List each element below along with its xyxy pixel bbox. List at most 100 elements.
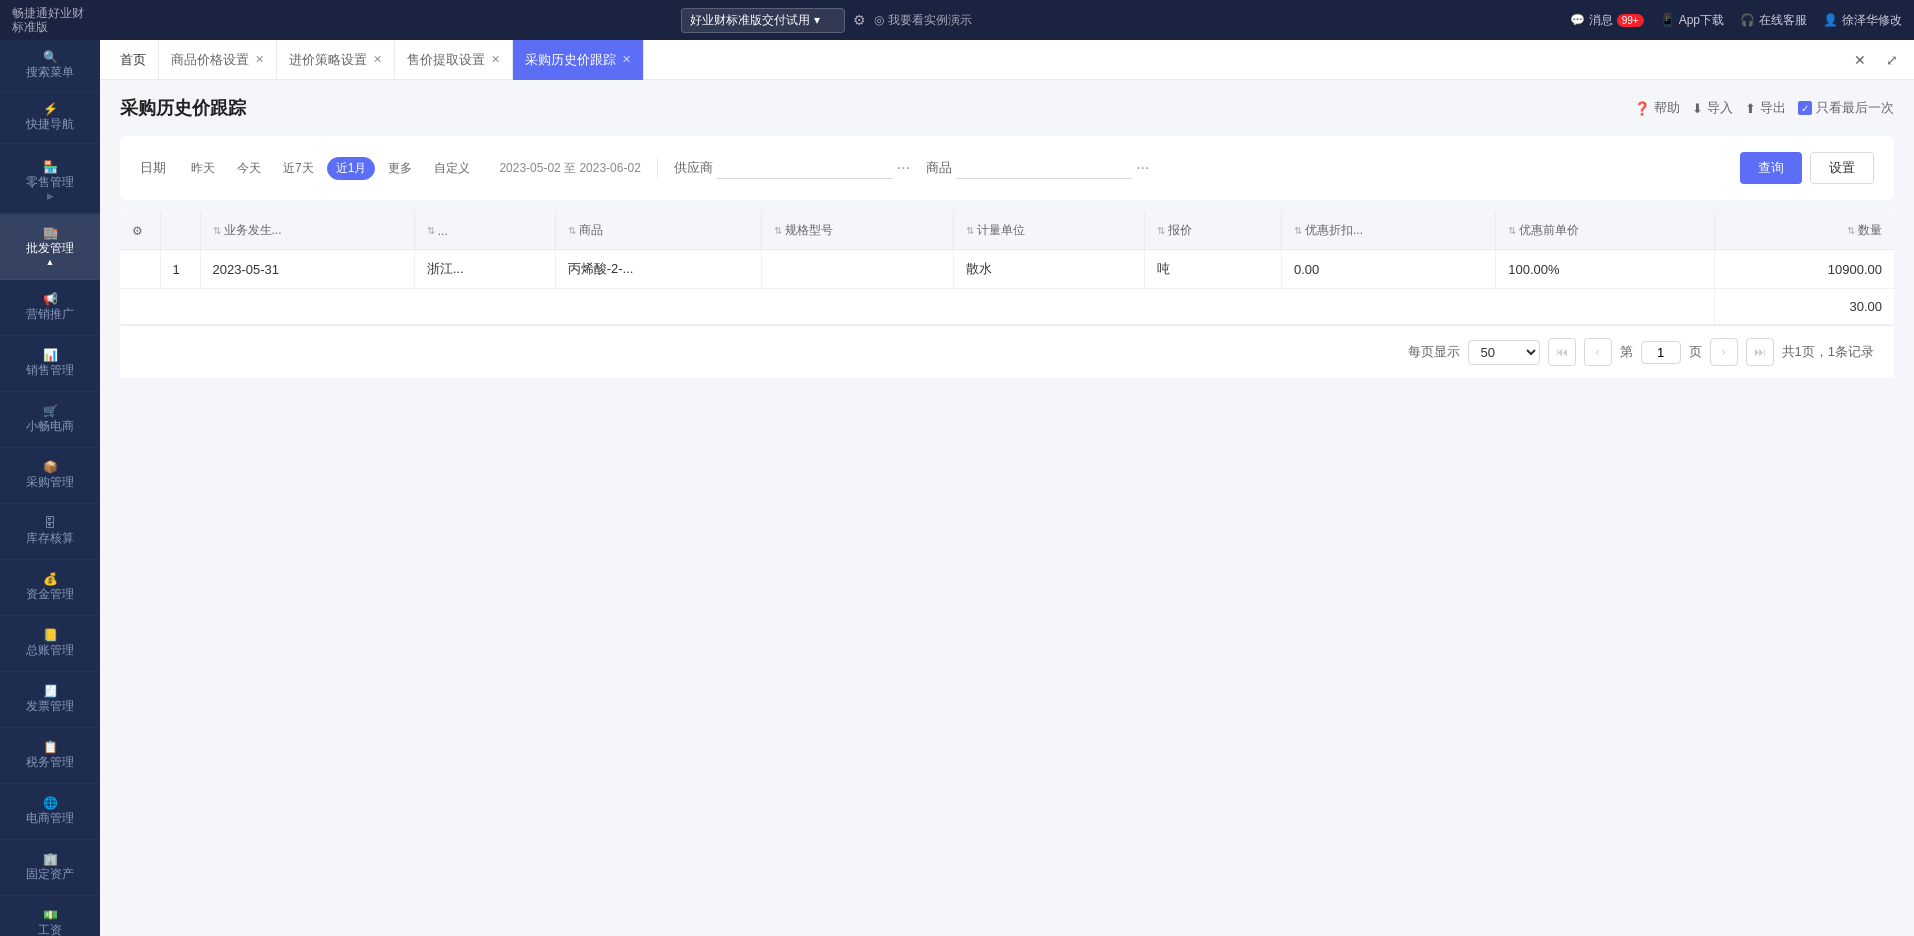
filter-settings-button[interactable]: 设置 xyxy=(1810,152,1874,184)
sidebar-item-salary[interactable]: 💵 工资 xyxy=(0,896,100,936)
th-pre-discount-price[interactable]: ⇅ 优惠前单价 xyxy=(1496,212,1715,250)
sort-icon-spec: ⇅ xyxy=(774,225,782,236)
tab-close-purchase-strategy[interactable]: ✕ xyxy=(373,53,382,66)
next-page-button[interactable]: › xyxy=(1710,338,1738,366)
sidebar-item-finance[interactable]: 💰 资金管理 xyxy=(0,560,100,616)
finance-icon: 💰 xyxy=(43,572,58,586)
sidebar-nav[interactable]: ⚡ 快捷导航 xyxy=(0,92,100,144)
user-menu-button[interactable]: 👤 徐泽华修改 xyxy=(1823,12,1902,29)
td-product: 丙烯酸-2-... xyxy=(555,250,762,289)
tab-actions: ✕ ⤢ xyxy=(1846,46,1914,74)
last-page-button[interactable]: ⏭ xyxy=(1746,338,1774,366)
demo-button[interactable]: ◎ 我要看实例演示 xyxy=(874,12,972,29)
tab-home[interactable]: 首页 xyxy=(108,40,159,80)
tab-price[interactable]: 商品价格设置 ✕ xyxy=(159,40,277,80)
supplier-input[interactable] xyxy=(717,157,893,179)
sidebar-item-accounting[interactable]: 📒 总账管理 xyxy=(0,616,100,672)
date-btn-last1m[interactable]: 近1月 xyxy=(327,157,376,180)
prev-page-button[interactable]: ‹ xyxy=(1584,338,1612,366)
th-qty[interactable]: ⇅ 数量 xyxy=(1715,212,1894,250)
headset-icon: 🎧 xyxy=(1740,13,1755,27)
date-btn-more[interactable]: 更多 xyxy=(379,157,421,180)
app-download-button[interactable]: 📱 App下载 xyxy=(1660,12,1724,29)
edition-select[interactable]: 好业财标准版交付试用 ▾ xyxy=(681,8,845,33)
date-btn-last7[interactable]: 近7天 xyxy=(274,157,323,180)
date-btn-today[interactable]: 今天 xyxy=(228,157,270,180)
th-unit[interactable]: ⇅ 计量单位 xyxy=(953,212,1144,250)
message-button[interactable]: 💬 消息 99+ xyxy=(1570,12,1644,29)
date-label: 日期 xyxy=(140,159,166,177)
th-discount[interactable]: ⇅ 优惠折扣... xyxy=(1282,212,1496,250)
th-spec[interactable]: ⇅ 规格型号 xyxy=(762,212,953,250)
tab-bar: 首页 商品价格设置 ✕ 进价策略设置 ✕ 售价提取设置 ✕ 采购历史价跟踪 ✕ … xyxy=(100,40,1914,80)
tab-close-history-price[interactable]: ✕ xyxy=(622,53,631,66)
sidebar-item-ecommerce-small[interactable]: 🛒 小畅电商 xyxy=(0,392,100,448)
table-header: ⚙ ⇅ 业务发生... ⇅ xyxy=(120,212,1894,250)
page-input[interactable] xyxy=(1641,341,1681,364)
td-extra: 浙江... xyxy=(414,250,555,289)
top-bar-left: 畅捷通好业财 标准版 xyxy=(12,6,84,35)
sidebar-item-purchase[interactable]: 📦 采购管理 xyxy=(0,448,100,504)
query-button[interactable]: 查询 xyxy=(1740,152,1802,184)
td-qty: 30.00 xyxy=(1715,289,1894,325)
sidebar-item-assets[interactable]: 🏢 固定资产 xyxy=(0,840,100,896)
sidebar-item-ecommerce[interactable]: 🌐 电商管理 xyxy=(0,784,100,840)
tab-purchase-strategy[interactable]: 进价策略设置 ✕ xyxy=(277,40,395,80)
th-settings[interactable]: ⚙ xyxy=(120,212,160,250)
date-range: 2023-05-02 至 2023-06-02 xyxy=(499,160,640,177)
export-icon: ⬆ xyxy=(1745,101,1756,116)
first-page-button[interactable]: ⏮ xyxy=(1548,338,1576,366)
sidebar-item-wholesale[interactable]: 🏬 批发管理 ▲ xyxy=(0,214,100,280)
sidebar-item-sales[interactable]: 📊 销售管理 xyxy=(0,336,100,392)
sort-icon-product: ⇅ xyxy=(568,225,576,236)
checkbox-only-last[interactable]: ✓ xyxy=(1798,101,1812,115)
sidebar-item-inventory[interactable]: 🗄 库存核算 xyxy=(0,504,100,560)
filter-actions: 查询 设置 xyxy=(1740,152,1874,184)
online-service-button[interactable]: 🎧 在线客服 xyxy=(1740,12,1807,29)
tab-close-price[interactable]: ✕ xyxy=(255,53,264,66)
sidebar-item-marketing[interactable]: 📢 营销推广 xyxy=(0,280,100,336)
filter-separator xyxy=(657,158,658,178)
page-header: 采购历史价跟踪 ❓ 帮助 ⬇ 导入 ⬆ 导出 xyxy=(120,96,1894,120)
per-page-label: 每页显示 xyxy=(1408,343,1460,361)
date-btn-yesterday[interactable]: 昨天 xyxy=(182,157,224,180)
date-btn-custom[interactable]: 自定义 xyxy=(425,157,479,180)
table-row: 1 2023-05-31 浙江... 丙烯酸-2-... 散水 吨 0.00 1… xyxy=(120,250,1894,289)
page-of-word: 页 xyxy=(1689,343,1702,361)
export-button[interactable]: ⬆ 导出 xyxy=(1745,99,1786,117)
th-product[interactable]: ⇅ 商品 xyxy=(555,212,762,250)
th-quote[interactable]: ⇅ 报价 xyxy=(1145,212,1282,250)
ecommerce-icon: 🌐 xyxy=(43,796,58,810)
tab-expand-button[interactable]: ⤢ xyxy=(1878,46,1906,74)
sidebar-item-tax[interactable]: 📋 税务管理 xyxy=(0,728,100,784)
td-unit: 散水 xyxy=(953,250,1144,289)
settings-icon-btn[interactable]: ⚙ xyxy=(853,12,866,28)
sidebar-search[interactable]: 🔍 搜索菜单 xyxy=(0,40,100,92)
tab-sale-price[interactable]: 售价提取设置 ✕ xyxy=(395,40,513,80)
supplier-filter: 供应商 ··· xyxy=(674,157,910,179)
only-last-checkbox[interactable]: ✓ 只看最后一次 xyxy=(1798,99,1894,117)
td-settings xyxy=(120,250,160,289)
tab-close-all-button[interactable]: ✕ xyxy=(1846,46,1874,74)
help-button[interactable]: ❓ 帮助 xyxy=(1634,99,1680,117)
td-quote: 吨 xyxy=(1145,250,1282,289)
th-seq xyxy=(160,212,200,250)
tax-icon: 📋 xyxy=(43,740,58,754)
tab-history-price[interactable]: 采购历史价跟踪 ✕ xyxy=(513,40,644,80)
product-dots-button[interactable]: ··· xyxy=(1136,159,1149,177)
per-page-select[interactable]: 50 100 200 xyxy=(1468,340,1540,365)
th-biz-date[interactable]: ⇅ 业务发生... xyxy=(200,212,414,250)
td-pre-discount: 100.00% xyxy=(1496,250,1715,289)
product-input[interactable] xyxy=(956,157,1132,179)
th-extra[interactable]: ⇅ ... xyxy=(414,212,555,250)
td-pre-discount-price: 10900.00 xyxy=(1715,250,1894,289)
page-header-actions: ❓ 帮助 ⬇ 导入 ⬆ 导出 ✓ 只看最后一 xyxy=(1634,99,1894,117)
import-button[interactable]: ⬇ 导入 xyxy=(1692,99,1733,117)
supplier-dots-button[interactable]: ··· xyxy=(897,159,910,177)
tab-close-sale-price[interactable]: ✕ xyxy=(491,53,500,66)
product-label: 商品 xyxy=(926,159,952,177)
sidebar-item-retail[interactable]: 🏪 零售管理 ▶ xyxy=(0,148,100,214)
sales-icon: 📊 xyxy=(43,348,58,362)
sidebar-item-invoice[interactable]: 🧾 发票管理 xyxy=(0,672,100,728)
retail-icon: 🏪 xyxy=(43,160,58,174)
